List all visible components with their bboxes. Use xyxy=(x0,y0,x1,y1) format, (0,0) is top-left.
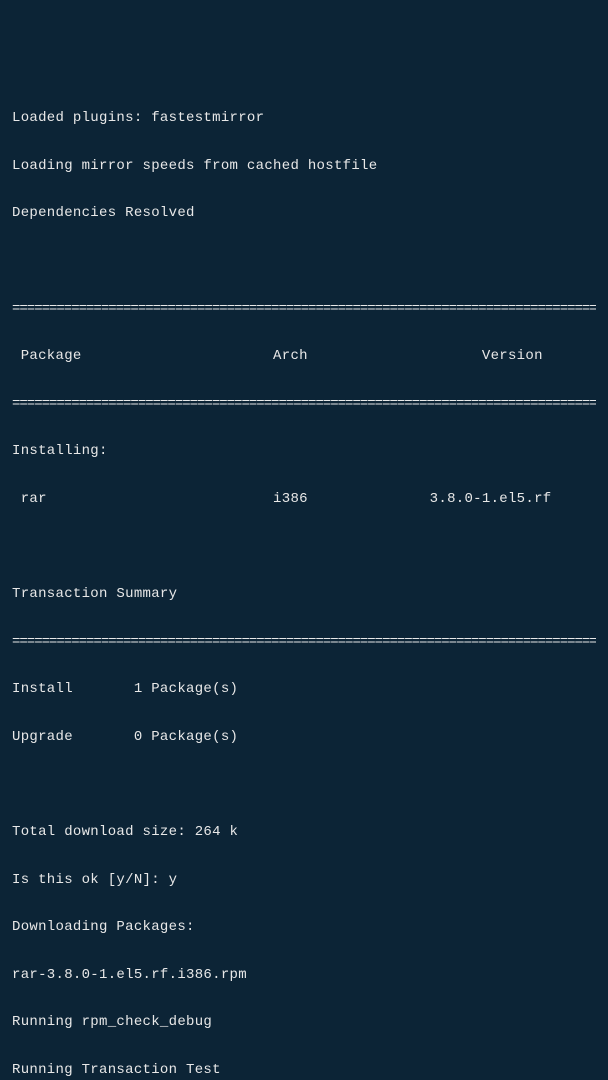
download-size-line: Total download size: 264 k xyxy=(12,821,596,845)
rpm-file-line: rar-3.8.0-1.el5.rf.i386.rpm xyxy=(12,964,596,988)
upgrade-count-line: Upgrade 0 Package(s) xyxy=(12,726,596,750)
downloading-line: Downloading Packages: xyxy=(12,916,596,940)
install-count-line: Install 1 Package(s) xyxy=(12,678,596,702)
dependencies-resolved-line: Dependencies Resolved xyxy=(12,202,596,226)
divider-line: ========================================… xyxy=(12,631,596,655)
rpm-check-line: Running rpm_check_debug xyxy=(12,1011,596,1035)
loaded-plugins-line: Loaded plugins: fastestmirror xyxy=(12,107,596,131)
table-header: Package Arch Version xyxy=(12,345,596,369)
loading-mirrors-line: Loading mirror speeds from cached hostfi… xyxy=(12,155,596,179)
installing-label: Installing: xyxy=(12,440,596,464)
blank-line xyxy=(12,774,596,798)
running-test-line: Running Transaction Test xyxy=(12,1059,596,1080)
blank-line xyxy=(12,250,596,274)
package-row: rar i386 3.8.0-1.el5.rf rpmf xyxy=(12,488,596,512)
confirm-prompt-line: Is this ok [y/N]: y xyxy=(12,869,596,893)
divider-line: ========================================… xyxy=(12,393,596,417)
divider-line: ========================================… xyxy=(12,298,596,322)
blank-line xyxy=(12,536,596,560)
transaction-summary-label: Transaction Summary xyxy=(12,583,596,607)
